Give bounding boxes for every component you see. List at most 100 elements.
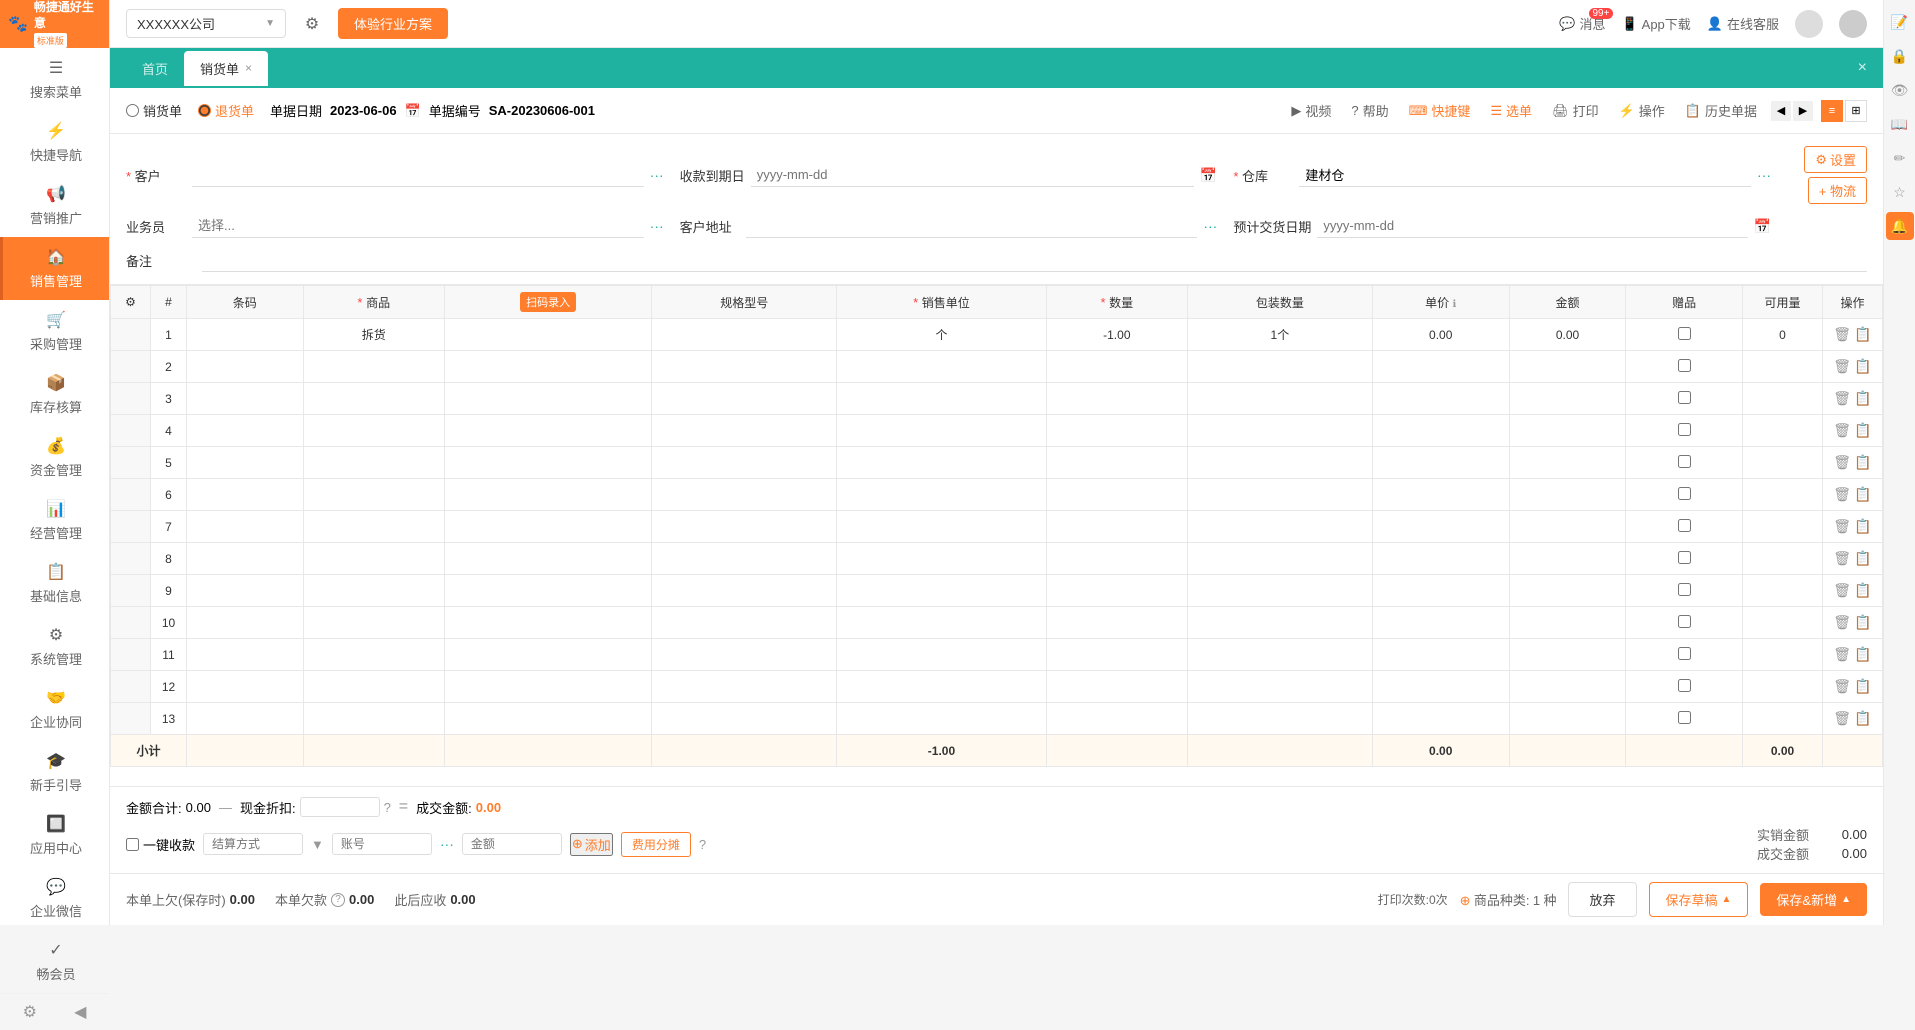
scan-button[interactable]: 扫码录入 [520,292,576,312]
row-copy-icon[interactable]: 📋 [1854,486,1871,502]
row-gift-cell[interactable] [1626,639,1743,671]
row-copy-icon[interactable]: 📋 [1854,358,1871,374]
row-unit[interactable] [837,671,1046,703]
radio-return-input[interactable] [198,104,211,117]
expense-split-button[interactable]: 费用分摊 [621,832,691,857]
due-date-input[interactable] [751,163,1194,187]
row-unit[interactable] [837,511,1046,543]
expense-help-icon[interactable]: ? [699,837,706,852]
row-gift-checkbox[interactable] [1678,519,1691,532]
row-qty[interactable] [1046,447,1187,479]
row-barcode[interactable] [187,319,304,351]
method-dropdown-icon[interactable]: ▼ [311,837,324,852]
row-gift-checkbox[interactable] [1678,679,1691,692]
row-qty[interactable]: -1.00 [1046,319,1187,351]
row-qty[interactable] [1046,479,1187,511]
row-spec[interactable] [652,447,837,479]
row-barcode[interactable] [187,671,304,703]
row-product[interactable] [303,447,444,479]
row-pkg-qty[interactable] [1187,543,1372,575]
sidebar-settings-icon[interactable]: ⚙ [23,1002,37,1022]
row-barcode[interactable] [187,447,304,479]
row-spec[interactable] [652,639,837,671]
right-panel-active-icon[interactable]: 🔔 [1886,212,1914,240]
row-amount[interactable] [1509,639,1626,671]
row-qty[interactable] [1046,511,1187,543]
tab-sales-order[interactable]: 销货单 × [184,51,268,86]
row-barcode[interactable] [187,351,304,383]
row-gift-cell[interactable] [1626,543,1743,575]
right-panel-star-icon[interactable]: ☆ [1886,178,1914,206]
row-copy-icon[interactable]: 📋 [1854,646,1871,662]
row-delete-icon[interactable]: 🗑 [1833,486,1851,502]
goods-type-icon[interactable]: ⊕ [1460,893,1471,908]
row-barcode[interactable] [187,511,304,543]
row-pkg-qty[interactable] [1187,511,1372,543]
tab-close-icon[interactable]: × [245,61,252,75]
row-delete-icon[interactable]: 🗑 [1833,646,1851,662]
single-debt-help-icon[interactable]: ? [331,893,345,907]
settings-button[interactable]: ⚙ [298,10,326,38]
abandon-button[interactable]: 放弃 [1568,882,1636,917]
sidebar-item-search[interactable]: ☰ 搜索菜单 [0,48,109,111]
row-amount[interactable] [1509,479,1626,511]
tab-home[interactable]: 首页 [126,51,184,86]
sidebar-item-basic[interactable]: 📋 基础信息 [0,552,109,615]
row-spec[interactable] [652,703,837,735]
row-copy-icon[interactable]: 📋 [1854,582,1871,598]
row-qty[interactable] [1046,415,1187,447]
logistics-button[interactable]: + 物流 [1808,177,1867,204]
customer-dots-icon[interactable]: ··· [650,167,664,183]
row-gift-cell[interactable] [1626,319,1743,351]
row-barcode[interactable] [187,383,304,415]
row-copy-icon[interactable]: 📋 [1854,518,1871,534]
row-unit[interactable] [837,639,1046,671]
row-copy-icon[interactable]: 📋 [1854,390,1871,406]
row-qty[interactable] [1046,607,1187,639]
row-amount[interactable] [1509,351,1626,383]
history-btn[interactable]: 📋 历史单据 [1679,98,1763,123]
sidebar-item-inventory[interactable]: 📦 库存核算 [0,363,109,426]
expected-date-input[interactable] [1317,214,1747,238]
warehouse-input[interactable] [1299,163,1751,187]
warehouse-dots-icon[interactable]: ··· [1757,167,1771,183]
sidebar-item-operation[interactable]: 📊 经营管理 [0,489,109,552]
row-delete-icon[interactable]: 🗑 [1833,710,1851,726]
calendar-icon[interactable]: 📅 [405,103,421,119]
row-gift-cell[interactable] [1626,671,1743,703]
row-spec[interactable] [652,479,837,511]
row-pkg-qty[interactable] [1187,639,1372,671]
row-amount[interactable] [1509,511,1626,543]
row-delete-icon[interactable]: 🗑 [1833,454,1851,470]
row-delete-icon[interactable]: 🗑 [1833,582,1851,598]
discount-input[interactable] [300,797,380,817]
list-view-btn[interactable]: ≡ [1821,100,1843,122]
row-price[interactable] [1372,639,1509,671]
row-qty[interactable] [1046,703,1187,735]
row-gift-checkbox[interactable] [1678,647,1691,660]
sidebar-item-purchase[interactable]: 🛒 采购管理 [0,300,109,363]
row-amount[interactable] [1509,447,1626,479]
row-qty[interactable] [1046,575,1187,607]
right-panel-eye-icon[interactable]: 👁 [1886,76,1914,104]
sidebar-item-quick-nav[interactable]: ⚡ 快捷导航 [0,111,109,174]
add-payment-button[interactable]: ⊕ 添加 [570,833,613,856]
row-barcode[interactable] [187,479,304,511]
row-price[interactable] [1372,511,1509,543]
row-gift-cell[interactable] [1626,703,1743,735]
row-gift-cell[interactable] [1626,479,1743,511]
customer-addr-input[interactable] [746,214,1198,238]
user-avatar2[interactable] [1839,10,1867,38]
row-gift-checkbox[interactable] [1678,423,1691,436]
row-gift-checkbox[interactable] [1678,487,1691,500]
right-panel-pencil-icon[interactable]: ✏ [1886,144,1914,172]
row-product[interactable] [303,703,444,735]
row-delete-icon[interactable]: 🗑 [1833,550,1851,566]
row-gift-checkbox[interactable] [1678,391,1691,404]
row-price[interactable] [1372,415,1509,447]
row-product[interactable] [303,575,444,607]
account-input[interactable] [332,833,432,855]
row-delete-icon[interactable]: 🗑 [1833,326,1851,342]
salesperson-input[interactable] [192,214,644,238]
row-product[interactable] [303,383,444,415]
